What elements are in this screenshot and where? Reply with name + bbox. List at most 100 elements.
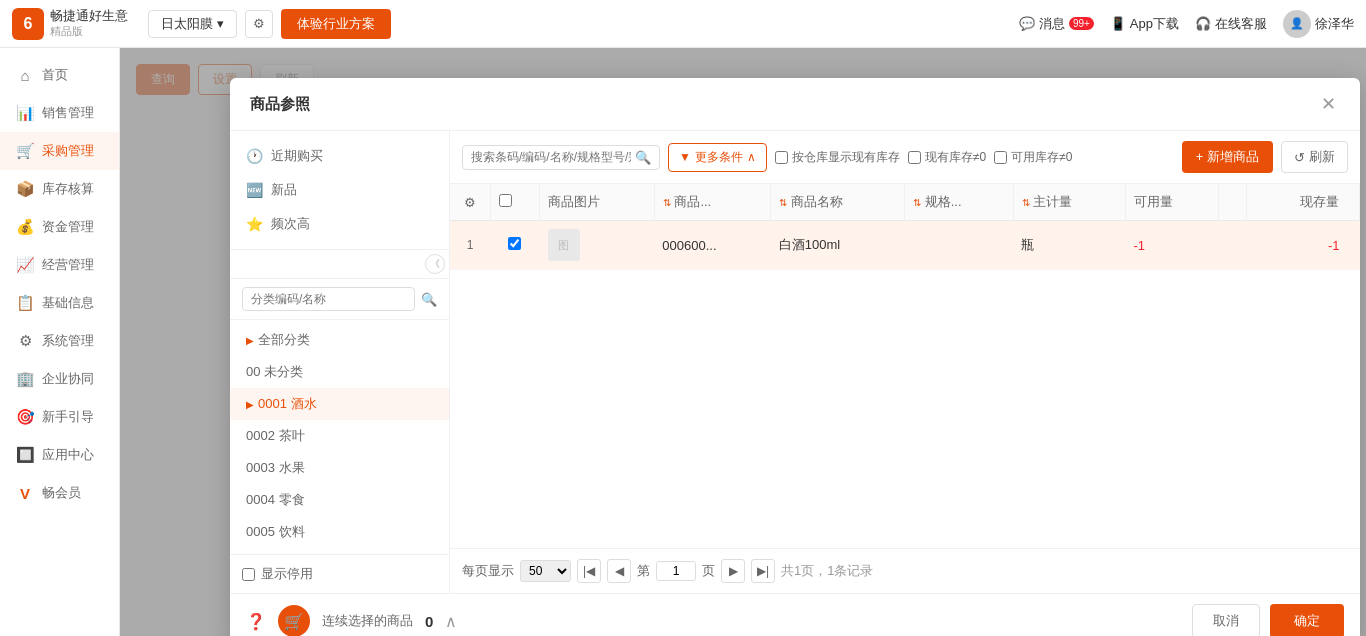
sidebar-item-sales[interactable]: 📊 销售管理 (0, 94, 119, 132)
clock-icon: 🕐 (246, 148, 263, 164)
collapse-sidebar-button[interactable]: 《 (425, 254, 445, 274)
category-search-input[interactable] (242, 287, 415, 311)
sidebar-item-apps[interactable]: 🔲 应用中心 (0, 436, 119, 474)
app-download-nav-item[interactable]: 📱 App下载 (1110, 15, 1179, 33)
sidebar-item-basic[interactable]: 📋 基础信息 (0, 284, 119, 322)
category-search-icon[interactable]: 🔍 (421, 292, 437, 307)
more-filter-button[interactable]: ▼ 更多条件 ∧ (668, 143, 767, 172)
tree-item-0002[interactable]: 0002 茶叶 (230, 420, 449, 452)
tree-item-0003[interactable]: 0003 水果 (230, 452, 449, 484)
frequent-nav-item[interactable]: ⭐ 频次高 (230, 207, 449, 241)
sidebar-item-home[interactable]: ⌂ 首页 (0, 56, 119, 94)
modal-body: 🕐 近期购买 🆕 新品 ⭐ 频次高 (230, 131, 1360, 593)
col-name-header[interactable]: ⇅ 商品名称 (771, 184, 905, 221)
sidebar-item-operation[interactable]: 📈 经营管理 (0, 246, 119, 284)
cell-num: 1 (450, 221, 490, 270)
message-nav-item[interactable]: 💬 消息 99+ (1019, 15, 1094, 33)
sidebar-item-guide[interactable]: 🎯 新手引导 (0, 398, 119, 436)
product-search-icon[interactable]: 🔍 (635, 150, 651, 165)
confirm-button[interactable]: 确定 (1270, 604, 1344, 636)
footer-collapse-icon[interactable]: ∧ (445, 612, 457, 631)
modal-close-button[interactable]: ✕ (1316, 92, 1340, 116)
show-disabled-label[interactable]: 显示停用 (261, 565, 313, 583)
trial-button[interactable]: 体验行业方案 (281, 9, 391, 39)
warehouse-checkbox-label[interactable]: 按仓库显示现有库存 (775, 149, 900, 166)
product-table: ⚙ 商品图片 ⇅ 商品... ⇅ 商品名称 (450, 184, 1360, 270)
sidebar-item-purchase[interactable]: 🛒 采购管理 (0, 132, 119, 170)
modal-left-bottom: 显示停用 (230, 554, 449, 593)
sort-icon-code: ⇅ (663, 197, 671, 208)
sidebar-item-member[interactable]: V 畅会员 (0, 474, 119, 512)
page-label: 第 (637, 562, 650, 580)
help-icon[interactable]: ❓ (246, 612, 266, 631)
stock-nonzero-checkbox[interactable] (908, 151, 921, 164)
current-page-input[interactable] (656, 561, 696, 581)
tree-arrow-all: ▶ (246, 335, 254, 346)
available-nonzero-checkbox-label[interactable]: 可用库存≠0 (994, 149, 1072, 166)
total-info: 共1页，1条记录 (781, 562, 873, 580)
per-page-select[interactable]: 50 100 200 (520, 560, 571, 582)
sidebar-item-system[interactable]: ⚙ 系统管理 (0, 322, 119, 360)
first-page-button[interactable]: |◀ (577, 559, 601, 583)
settings-icon[interactable]: ⚙ (245, 10, 273, 38)
prev-page-button[interactable]: ◀ (607, 559, 631, 583)
col-stock-header (1218, 184, 1246, 221)
cell-spec (905, 221, 1014, 270)
col-settings[interactable]: ⚙ (450, 184, 490, 221)
product-search-input[interactable] (471, 150, 631, 164)
tree-item-0005[interactable]: 0005 饮料 (230, 516, 449, 548)
sidebar-item-enterprise[interactable]: 🏢 企业协同 (0, 360, 119, 398)
select-all-checkbox[interactable] (499, 194, 512, 207)
col-unit-header[interactable]: ⇅ 主计量 (1013, 184, 1125, 221)
cart-text-label: 连续选择的商品 (322, 612, 413, 630)
user-area[interactable]: 👤 徐泽华 (1283, 10, 1354, 38)
guide-icon: 🎯 (16, 408, 34, 426)
online-service-nav-item[interactable]: 🎧 在线客服 (1195, 15, 1267, 33)
cancel-button[interactable]: 取消 (1192, 604, 1260, 636)
content-area: 查询 设置 刷新 商品参照 ✕ 🕐 近期购买 (120, 48, 1366, 636)
product-table-wrap: ⚙ 商品图片 ⇅ 商品... ⇅ 商品名称 (450, 184, 1360, 548)
cell-checkbox[interactable] (490, 221, 540, 270)
tree-item-all[interactable]: ▶ 全部分类 (230, 324, 449, 356)
modal-left-nav: 🕐 近期购买 🆕 新品 ⭐ 频次高 (230, 131, 449, 250)
modal-left-sidebar: 🕐 近期购买 🆕 新品 ⭐ 频次高 (230, 131, 450, 593)
new-product-nav-item[interactable]: 🆕 新品 (230, 173, 449, 207)
refresh-button[interactable]: ↺ 刷新 (1281, 141, 1348, 173)
mobile-icon: 📱 (1110, 16, 1126, 31)
recent-buy-nav-item[interactable]: 🕐 近期购买 (230, 139, 449, 173)
tree-item-0001[interactable]: ▶ 0001 酒水 (230, 388, 449, 420)
logo-area: 6 畅捷通好生意 精品版 (12, 8, 128, 40)
warehouse-checkbox[interactable] (775, 151, 788, 164)
logo-sub: 精品版 (50, 24, 128, 39)
sidebar-item-finance[interactable]: 💰 资金管理 (0, 208, 119, 246)
purchase-icon: 🛒 (16, 142, 34, 160)
finance-icon: 💰 (16, 218, 34, 236)
add-product-button[interactable]: + 新增商品 (1182, 141, 1273, 173)
col-spec-header[interactable]: ⇅ 规格... (905, 184, 1014, 221)
new-icon: 🆕 (246, 182, 263, 198)
last-page-button[interactable]: ▶| (751, 559, 775, 583)
store-dropdown[interactable]: 日太阳膜 ▾ (148, 10, 237, 38)
stock-nonzero-checkbox-label[interactable]: 现有库存≠0 (908, 149, 986, 166)
cell-name: 白酒100ml (771, 221, 905, 270)
show-disabled-checkbox[interactable] (242, 568, 255, 581)
category-tree: ▶ 全部分类 00 未分类 ▶ 0001 酒水 0002 茶叶 (230, 320, 449, 554)
tree-item-00[interactable]: 00 未分类 (230, 356, 449, 388)
available-nonzero-checkbox[interactable] (994, 151, 1007, 164)
tree-item-0004[interactable]: 0004 零食 (230, 484, 449, 516)
sidebar-item-inventory[interactable]: 📦 库存核算 (0, 170, 119, 208)
nav-right: 💬 消息 99+ 📱 App下载 🎧 在线客服 👤 徐泽华 (1019, 10, 1354, 38)
filter-icon: ▼ (679, 150, 691, 164)
table-row[interactable]: 1 图 000600... 白酒100ml 瓶 -1 (450, 221, 1360, 270)
next-page-button[interactable]: ▶ (721, 559, 745, 583)
sort-icon-spec: ⇅ (913, 197, 921, 208)
member-icon: V (16, 484, 34, 502)
col-code-header[interactable]: ⇅ 商品... (654, 184, 771, 221)
basic-icon: 📋 (16, 294, 34, 312)
per-page-label: 每页显示 (462, 562, 514, 580)
col-available-header[interactable]: 可用量 (1125, 184, 1218, 221)
product-reference-modal: 商品参照 ✕ 🕐 近期购买 🆕 新品 (230, 78, 1360, 636)
category-search-row: 🔍 (230, 279, 449, 320)
col-img-header: 商品图片 (540, 184, 655, 221)
apps-icon: 🔲 (16, 446, 34, 464)
